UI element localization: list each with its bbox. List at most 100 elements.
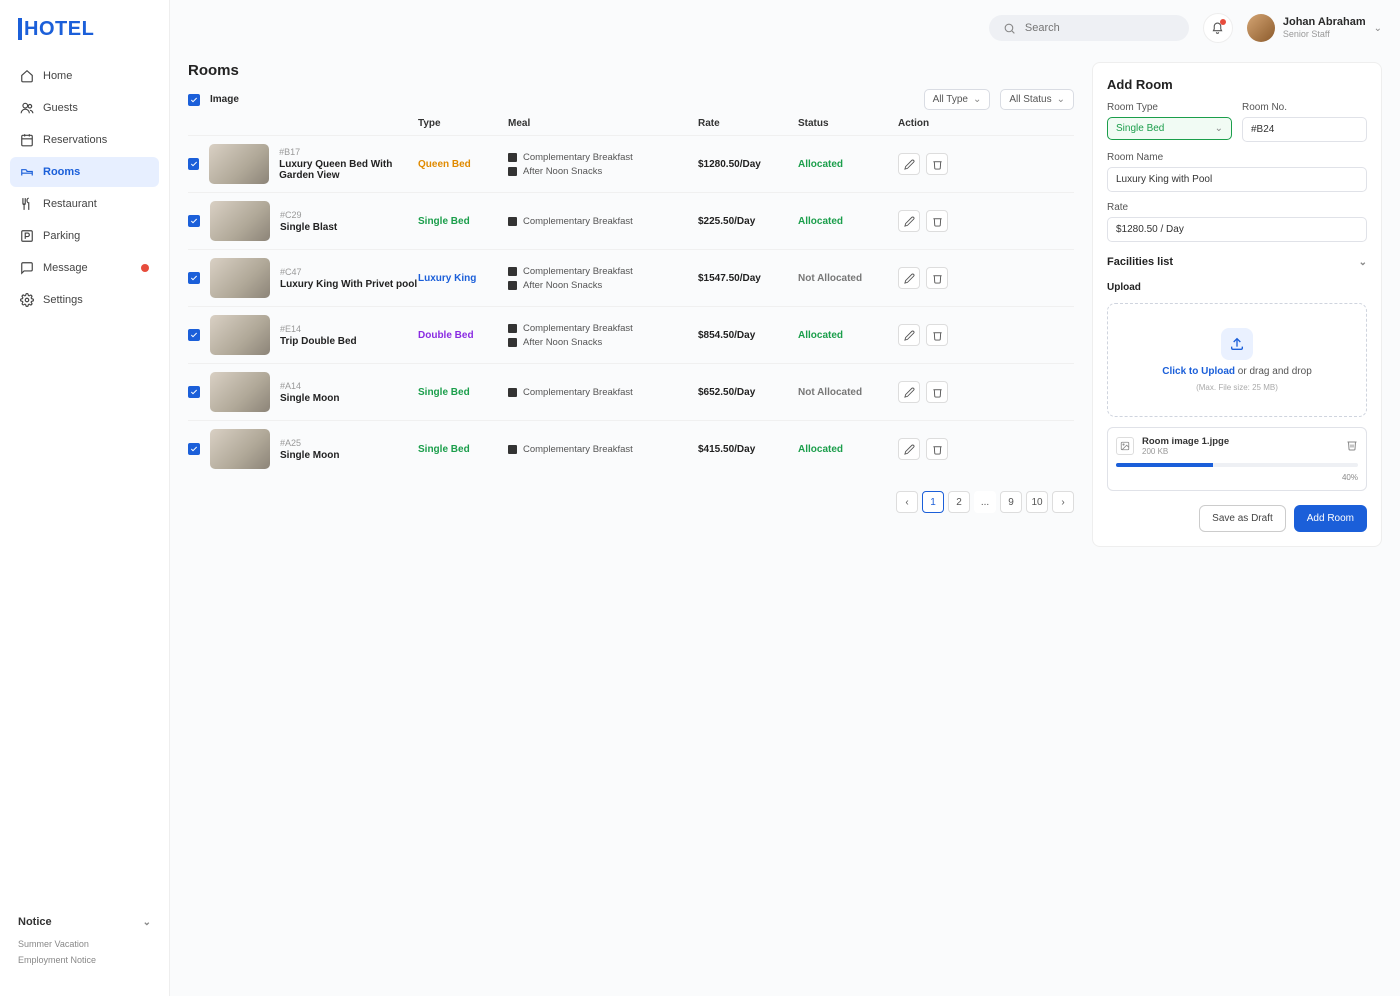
facilities-toggle[interactable]: Facilities list ⌄ — [1107, 252, 1367, 272]
sidebar-item-label: Settings — [43, 294, 83, 306]
pencil-icon — [904, 216, 915, 227]
row-checkbox[interactable] — [188, 215, 200, 227]
chevron-down-icon: ⌄ — [1374, 23, 1382, 34]
rate-label: Rate — [1107, 202, 1367, 213]
trash-icon — [1346, 439, 1358, 451]
sidebar-item-guests[interactable]: Guests — [10, 93, 159, 123]
pencil-icon — [904, 159, 915, 170]
search-box[interactable] — [989, 15, 1189, 41]
room-name-label: Room Name — [1107, 152, 1367, 163]
sidebar-item-restaurant[interactable]: Restaurant — [10, 189, 159, 219]
room-rate: $1547.50/Day — [698, 273, 798, 284]
bullet-icon — [508, 281, 517, 290]
row-checkbox[interactable] — [188, 272, 200, 284]
room-name-input[interactable]: Luxury King with Pool — [1107, 167, 1367, 192]
notice-item[interactable]: Employment Notice — [18, 952, 151, 968]
bullet-icon — [508, 217, 517, 226]
status-badge: Allocated — [798, 159, 843, 170]
page-prev[interactable]: ‹ — [896, 491, 918, 513]
select-all-checkbox[interactable] — [188, 94, 200, 106]
room-thumbnail — [210, 201, 270, 241]
row-checkbox[interactable] — [188, 158, 199, 170]
edit-button[interactable] — [898, 210, 920, 232]
filter-status[interactable]: All Status⌄ — [1000, 89, 1074, 110]
topbar: Johan Abraham Senior Staff ⌄ — [340, 0, 1400, 56]
file-delete-button[interactable] — [1346, 439, 1358, 454]
delete-button[interactable] — [926, 153, 948, 175]
row-checkbox[interactable] — [188, 386, 200, 398]
delete-button[interactable] — [926, 210, 948, 232]
search-input[interactable] — [1025, 22, 1175, 34]
page-next[interactable]: › — [1052, 491, 1074, 513]
table-filters: Image All Type⌄ All Status⌄ — [188, 89, 1074, 110]
bullet-icon — [508, 167, 517, 176]
edit-button[interactable] — [898, 381, 920, 403]
home-icon — [20, 69, 34, 83]
sidebar-item-parking[interactable]: Parking — [10, 221, 159, 251]
col-rate: Rate — [698, 118, 798, 129]
row-checkbox[interactable] — [188, 443, 200, 455]
row-checkbox[interactable] — [188, 329, 200, 341]
room-rate: $1280.50/Day — [698, 159, 798, 170]
trash-icon — [932, 159, 943, 170]
sidebar-item-label: Restaurant — [43, 198, 97, 210]
edit-button[interactable] — [898, 153, 920, 175]
meal-list: Complementary Breakfast — [508, 216, 698, 227]
user-menu[interactable]: Johan Abraham Senior Staff ⌄ — [1247, 14, 1382, 42]
page-1[interactable]: 1 — [922, 491, 944, 513]
sidebar-item-message[interactable]: Message — [10, 253, 159, 283]
sidebar-item-settings[interactable]: Settings — [10, 285, 159, 315]
sidebar-item-label: Reservations — [43, 134, 107, 146]
delete-button[interactable] — [926, 438, 948, 460]
room-type: Luxury King — [418, 273, 508, 284]
room-type: Single Bed — [418, 216, 508, 227]
room-type-label: Room Type — [1107, 102, 1232, 113]
room-name: Luxury Queen Bed With Garden View — [279, 159, 418, 181]
col-type: Type — [418, 118, 508, 129]
room-thumbnail — [210, 315, 270, 355]
status-badge: Allocated — [798, 216, 843, 227]
delete-button[interactable] — [926, 267, 948, 289]
delete-button[interactable] — [926, 324, 948, 346]
edit-button[interactable] — [898, 438, 920, 460]
filter-type[interactable]: All Type⌄ — [924, 89, 991, 110]
pencil-icon — [904, 330, 915, 341]
page-10[interactable]: 10 — [1026, 491, 1048, 513]
meal-item: Complementary Breakfast — [508, 216, 698, 227]
col-meal: Meal — [508, 118, 698, 129]
sidebar: HHOTELOTEL HomeGuestsReservationsRoomsRe… — [0, 0, 170, 996]
meal-item: Complementary Breakfast — [508, 266, 698, 277]
room-no-input[interactable]: #B24 — [1242, 117, 1367, 142]
table-row: #C29Single BlastSingle BedComplementary … — [188, 192, 1074, 249]
pencil-icon — [904, 387, 915, 398]
page-2[interactable]: 2 — [948, 491, 970, 513]
notice-header[interactable]: Notice ⌄ — [18, 916, 151, 928]
bullet-icon — [508, 324, 517, 333]
sidebar-item-home[interactable]: Home — [10, 61, 159, 91]
bullet-icon — [508, 445, 517, 454]
trash-icon — [932, 216, 943, 227]
notification-button[interactable] — [1203, 13, 1233, 43]
add-room-button[interactable]: Add Room — [1294, 505, 1367, 532]
room-id: #A14 — [280, 381, 339, 391]
save-draft-button[interactable]: Save as Draft — [1199, 505, 1286, 532]
notice-item[interactable]: Summer Vacation — [18, 936, 151, 952]
pencil-icon — [904, 444, 915, 455]
room-id: #B17 — [279, 147, 418, 157]
upload-dropzone[interactable]: Click to Upload or drag and drop (Max. F… — [1107, 303, 1367, 417]
app-root: HHOTELOTEL HomeGuestsReservationsRoomsRe… — [0, 0, 1400, 996]
page-9[interactable]: 9 — [1000, 491, 1022, 513]
room-thumbnail — [210, 429, 270, 469]
sidebar-item-rooms[interactable]: Rooms — [10, 157, 159, 187]
edit-button[interactable] — [898, 267, 920, 289]
sidebar-item-reservations[interactable]: Reservations — [10, 125, 159, 155]
settings-icon — [20, 293, 34, 307]
meal-item: Complementary Breakfast — [508, 152, 698, 163]
edit-button[interactable] — [898, 324, 920, 346]
user-role: Senior Staff — [1283, 29, 1366, 40]
delete-button[interactable] — [926, 381, 948, 403]
room-name: Trip Double Bed — [280, 336, 357, 347]
rate-input[interactable]: $1280.50 / Day — [1107, 217, 1367, 242]
room-type-select[interactable]: Single Bed ⌄ — [1107, 117, 1232, 140]
meal-list: Complementary Breakfast — [508, 444, 698, 455]
